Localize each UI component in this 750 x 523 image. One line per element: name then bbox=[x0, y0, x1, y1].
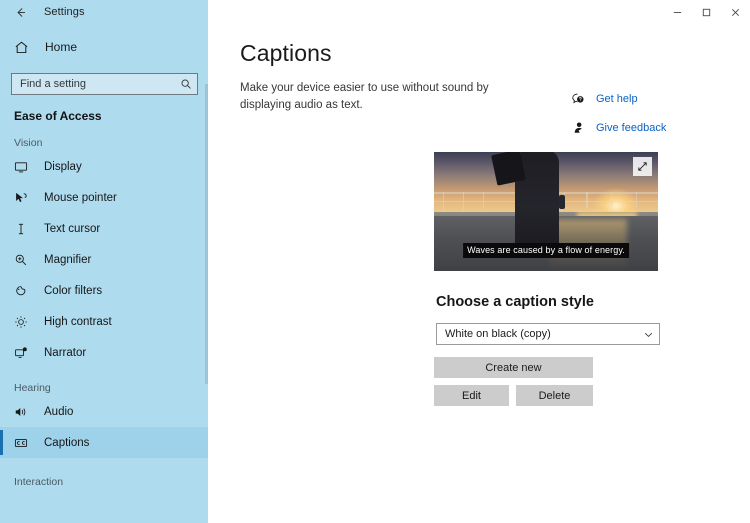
sidebar-item-label: Captions bbox=[36, 437, 89, 449]
sidebar-group-header-hearing: Hearing bbox=[0, 368, 208, 396]
edit-button[interactable]: Edit bbox=[434, 385, 509, 406]
sidebar-item-label: Mouse pointer bbox=[36, 192, 117, 204]
caption-style-heading: Choose a caption style bbox=[436, 294, 594, 310]
sidebar-item-display[interactable]: Display bbox=[0, 151, 208, 182]
window-body: Home Find a setting Ease of Access Visio… bbox=[0, 24, 750, 523]
sidebar-item-label: High contrast bbox=[36, 316, 112, 328]
settings-window: Settings Ho bbox=[0, 0, 750, 523]
back-arrow-icon[interactable] bbox=[0, 0, 40, 24]
get-help-link[interactable]: Get help bbox=[568, 88, 688, 110]
title-bar-drag-area bbox=[208, 0, 663, 24]
sidebar-item-label: Audio bbox=[36, 406, 73, 418]
maximize-button[interactable] bbox=[692, 0, 721, 24]
sidebar: Home Find a setting Ease of Access Visio… bbox=[0, 24, 208, 523]
sidebar-item-captions[interactable]: Captions bbox=[0, 427, 208, 458]
sidebar-item-label: Narrator bbox=[36, 347, 86, 359]
help-bubble-icon bbox=[568, 92, 588, 106]
preview-caption-text: Waves are caused by a flow of energy. bbox=[463, 243, 629, 258]
feedback-person-icon bbox=[568, 121, 588, 135]
chevron-down-icon[interactable] bbox=[637, 329, 659, 340]
sidebar-group-header-interaction: Interaction bbox=[0, 458, 208, 490]
color-filters-icon bbox=[14, 284, 36, 298]
get-help-label: Get help bbox=[588, 93, 638, 105]
sidebar-item-narrator[interactable]: Narrator bbox=[0, 337, 208, 368]
sidebar-item-text-cursor[interactable]: Text cursor bbox=[0, 213, 208, 244]
page-description: Make your device easier to use without s… bbox=[208, 67, 493, 113]
sidebar-item-high-contrast[interactable]: High contrast bbox=[0, 306, 208, 337]
caption-preview-video[interactable]: Waves are caused by a flow of energy. bbox=[434, 152, 658, 271]
monitor-icon bbox=[14, 160, 36, 174]
magnifier-icon bbox=[14, 253, 36, 267]
give-feedback-link[interactable]: Give feedback bbox=[568, 117, 688, 139]
caption-style-value: White on black (copy) bbox=[437, 328, 637, 340]
speaker-icon bbox=[14, 405, 36, 419]
mouse-pointer-icon bbox=[14, 191, 36, 205]
title-bar-left: Settings bbox=[0, 0, 208, 24]
search-icon[interactable] bbox=[175, 78, 197, 90]
text-cursor-icon bbox=[14, 222, 36, 236]
sidebar-item-label: Color filters bbox=[36, 285, 102, 297]
preview-distant-person-1 bbox=[559, 195, 565, 209]
expand-diagonal-icon[interactable] bbox=[633, 157, 652, 176]
close-button[interactable] bbox=[721, 0, 750, 24]
help-links: Get help Give feedback bbox=[568, 88, 688, 146]
main-scrollbar[interactable] bbox=[745, 24, 750, 523]
home-icon bbox=[14, 40, 38, 55]
minimize-button[interactable] bbox=[663, 0, 692, 24]
sidebar-home-label: Home bbox=[38, 40, 77, 54]
search-placeholder: Find a setting bbox=[12, 78, 175, 90]
give-feedback-label: Give feedback bbox=[588, 122, 666, 134]
sidebar-item-audio[interactable]: Audio bbox=[0, 396, 208, 427]
main-content: Captions Make your device easier to use … bbox=[208, 24, 750, 523]
narrator-icon bbox=[14, 346, 36, 360]
delete-button[interactable]: Delete bbox=[516, 385, 593, 406]
window-title: Settings bbox=[40, 6, 85, 18]
sidebar-item-mouse-pointer[interactable]: Mouse pointer bbox=[0, 182, 208, 213]
title-bar: Settings bbox=[0, 0, 750, 24]
closed-caption-icon bbox=[14, 436, 36, 450]
page-title: Captions bbox=[208, 24, 750, 67]
sidebar-item-label: Text cursor bbox=[36, 223, 100, 235]
sidebar-item-magnifier[interactable]: Magnifier bbox=[0, 244, 208, 275]
sidebar-item-label: Display bbox=[36, 161, 82, 173]
sidebar-group-header-vision: Vision bbox=[0, 123, 208, 151]
sidebar-item-color-filters[interactable]: Color filters bbox=[0, 275, 208, 306]
window-controls bbox=[663, 0, 750, 24]
sidebar-item-label: Magnifier bbox=[36, 254, 91, 266]
sidebar-item-home[interactable]: Home bbox=[0, 32, 208, 62]
create-new-button[interactable]: Create new bbox=[434, 357, 593, 378]
search-input[interactable]: Find a setting bbox=[11, 73, 198, 95]
caption-style-dropdown[interactable]: White on black (copy) bbox=[436, 323, 660, 345]
high-contrast-icon bbox=[14, 315, 36, 329]
sidebar-category-title: Ease of Access bbox=[0, 95, 208, 123]
preview-bag bbox=[492, 152, 527, 186]
search-wrapper: Find a setting bbox=[0, 62, 208, 95]
